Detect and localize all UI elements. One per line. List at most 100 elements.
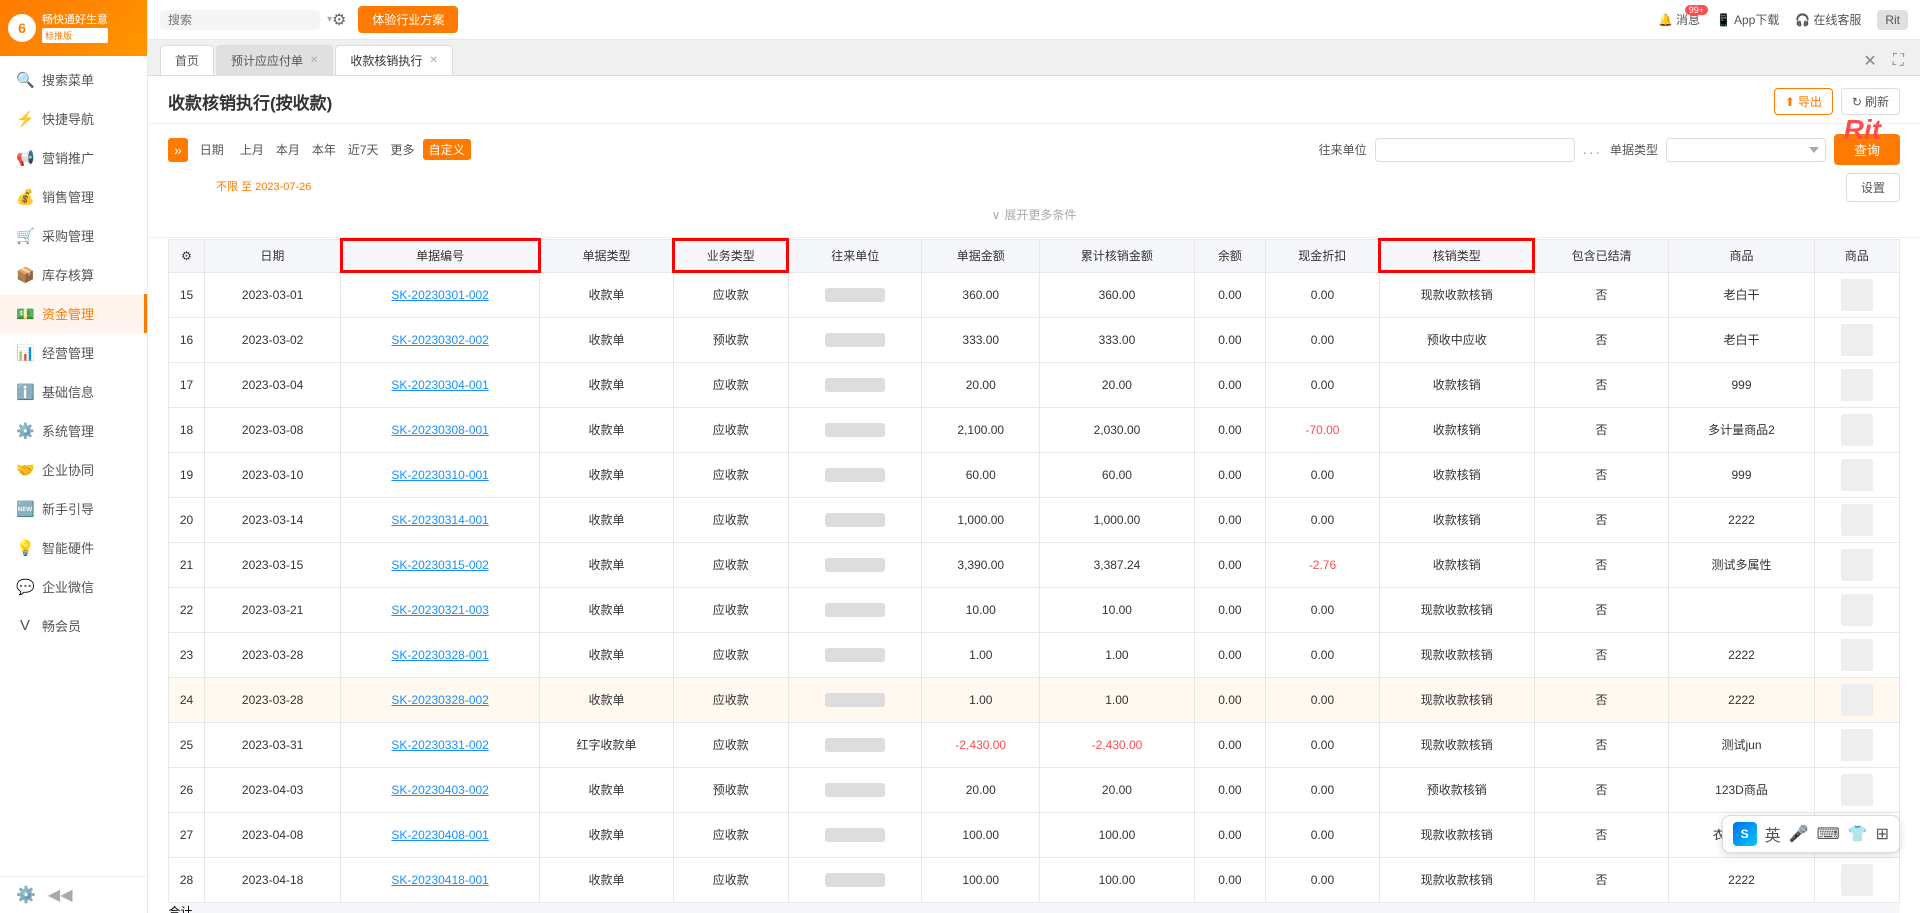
sidebar-item-sys[interactable]: ⚙️系统管理 (0, 411, 147, 450)
row-cumulative: 20.00 (1040, 362, 1195, 407)
row-date: 2023-03-21 (205, 587, 341, 632)
settings-icon[interactable]: ⚙️ (16, 885, 36, 905)
row-amount: 100.00 (922, 812, 1040, 857)
sidebar-item-quick[interactable]: ⚡快捷导航 (0, 99, 147, 138)
sidebar-item-corp[interactable]: 🤝企业协同 (0, 450, 147, 489)
search-wrap[interactable]: ▾ (160, 10, 320, 30)
float-toolbar-shirt-icon[interactable]: 👕 (1848, 824, 1868, 844)
row-voucher-type: 收款单 (540, 542, 674, 587)
expand-more-row[interactable]: ∨ 展开更多条件 (168, 202, 1900, 227)
sidebar-item-ops[interactable]: 📊经营管理 (0, 333, 147, 372)
float-toolbar-mic-icon[interactable]: 🎤 (1789, 824, 1809, 844)
voucher-no-link[interactable]: SK-20230328-002 (391, 693, 488, 707)
float-toolbar-yingwen-icon[interactable]: 英 (1765, 822, 1781, 846)
voucher-no-link[interactable]: SK-20230304-001 (391, 378, 488, 392)
row-date: 2023-03-14 (205, 497, 341, 542)
app-download-button[interactable]: 📱 App下载 (1716, 11, 1779, 28)
sidebar-item-marketing[interactable]: 📢营销推广 (0, 138, 147, 177)
solution-button[interactable]: 体验行业方案 (358, 6, 458, 33)
voucher-type-select[interactable] (1666, 138, 1826, 162)
date-7days-button[interactable]: 近7天 (344, 139, 383, 160)
search-input[interactable] (168, 13, 323, 27)
online-service-button[interactable]: 🎧 在线客服 (1795, 11, 1861, 28)
sidebar-item-hardware[interactable]: 💡智能硬件 (0, 528, 147, 567)
user-badge[interactable]: Rit (1877, 10, 1908, 30)
tab-close-all-button[interactable]: ✕ (1859, 47, 1880, 75)
partner-input[interactable] (1375, 138, 1575, 162)
voucher-no-link[interactable]: SK-20230310-001 (391, 468, 488, 482)
row-verify-type: 现款收款核销 (1379, 677, 1534, 722)
topbar-right: 🔔 消息 99+ 📱 App下载 🎧 在线客服 Rit (1658, 10, 1908, 30)
row-voucher-no: SK-20230408-001 (341, 812, 540, 857)
voucher-no-link[interactable]: SK-20230302-002 (391, 333, 488, 347)
row-no: 21 (169, 542, 205, 587)
filter-expand-button[interactable]: » (168, 138, 188, 162)
col-goods: 商品 (1669, 239, 1814, 272)
sidebar-item-inventory[interactable]: 📦库存核算 (0, 255, 147, 294)
date-more-button[interactable]: 更多 (387, 139, 419, 160)
sidebar-item-wechat[interactable]: 💬企业微信 (0, 567, 147, 606)
voucher-no-link[interactable]: SK-20230321-003 (391, 603, 488, 617)
voucher-no-link[interactable]: SK-20230314-001 (391, 513, 488, 527)
row-discount: 0.00 (1266, 272, 1380, 317)
voucher-no-link[interactable]: SK-20230328-001 (391, 648, 488, 662)
col-gear[interactable]: ⚙ (169, 239, 205, 272)
gear-icon[interactable]: ⚙ (328, 10, 350, 30)
voucher-no-link[interactable]: SK-20230315-002 (391, 558, 488, 572)
row-cumulative: 333.00 (1040, 317, 1195, 362)
tab-pending[interactable]: 预计应应付单 ✕ (216, 45, 333, 75)
partner-blurred (825, 738, 885, 752)
tab-fullscreen-button[interactable]: ⛶ (1889, 48, 1908, 74)
row-voucher-no: SK-20230301-002 (341, 272, 540, 317)
row-partner (788, 452, 922, 497)
col-voucher-no: 单据编号 (341, 239, 540, 272)
logo-text: 畅快通好生意 (42, 13, 108, 27)
settings-button[interactable]: 设置 (1846, 173, 1900, 202)
row-goods: 2222 (1669, 677, 1814, 722)
sidebar-item-finance[interactable]: 💵资金管理 (0, 294, 147, 333)
query-button[interactable]: 查询 (1834, 134, 1900, 165)
row-partner (788, 362, 922, 407)
row-amount: 20.00 (922, 767, 1040, 812)
row-no: 26 (169, 767, 205, 812)
voucher-no-link[interactable]: SK-20230331-002 (391, 738, 488, 752)
col-verify-type: 核销类型 (1379, 239, 1534, 272)
row-no: 23 (169, 632, 205, 677)
col-biz-type: 业务类型 (673, 239, 788, 272)
date-custom-button[interactable]: 自定义 (423, 139, 471, 160)
row-amount: 20.00 (922, 362, 1040, 407)
row-no: 16 (169, 317, 205, 362)
row-voucher-no: SK-20230418-001 (341, 857, 540, 902)
float-toolbar-keyboard-icon[interactable]: ⌨ (1817, 824, 1840, 844)
refresh-button[interactable]: ↻ 刷新 (1841, 88, 1900, 115)
sidebar-item-search[interactable]: 🔍搜索菜单 (0, 60, 147, 99)
row-verify-type: 现款收款核销 (1379, 587, 1534, 632)
col-balance: 余额 (1194, 239, 1265, 272)
sidebar-item-sales[interactable]: 💰销售管理 (0, 177, 147, 216)
tab-home[interactable]: 首页 (160, 45, 214, 75)
date-this-year-button[interactable]: 本年 (308, 139, 340, 160)
export-button[interactable]: ⬆ 导出 (1774, 88, 1833, 115)
row-amount: 360.00 (922, 272, 1040, 317)
tab-collect[interactable]: 收款核销执行 ✕ (335, 45, 452, 75)
sidebar-item-member[interactable]: V畅会员 (0, 606, 147, 645)
voucher-no-link[interactable]: SK-20230403-002 (391, 783, 488, 797)
date-this-month-button[interactable]: 本月 (272, 139, 304, 160)
float-toolbar-grid-icon[interactable]: ⊞ (1876, 824, 1889, 844)
voucher-no-link[interactable]: SK-20230418-001 (391, 873, 488, 887)
sidebar-item-guide[interactable]: 🆕新手引导 (0, 489, 147, 528)
voucher-no-link[interactable]: SK-20230308-001 (391, 423, 488, 437)
partner-blurred (825, 828, 885, 842)
collapse-icon[interactable]: ◀◀ (48, 885, 73, 905)
tab-pending-close[interactable]: ✕ (310, 55, 318, 66)
sidebar-item-purchase[interactable]: 🛒采购管理 (0, 216, 147, 255)
row-voucher-no: SK-20230308-001 (341, 407, 540, 452)
tab-collect-close[interactable]: ✕ (429, 55, 437, 66)
voucher-no-link[interactable]: SK-20230301-002 (391, 288, 488, 302)
sidebar-item-basic[interactable]: ℹ️基础信息 (0, 372, 147, 411)
row-balance: 0.00 (1194, 857, 1265, 902)
row-partner (788, 317, 922, 362)
message-button[interactable]: 🔔 消息 99+ (1658, 11, 1700, 28)
voucher-no-link[interactable]: SK-20230408-001 (391, 828, 488, 842)
date-last-month-button[interactable]: 上月 (236, 139, 268, 160)
